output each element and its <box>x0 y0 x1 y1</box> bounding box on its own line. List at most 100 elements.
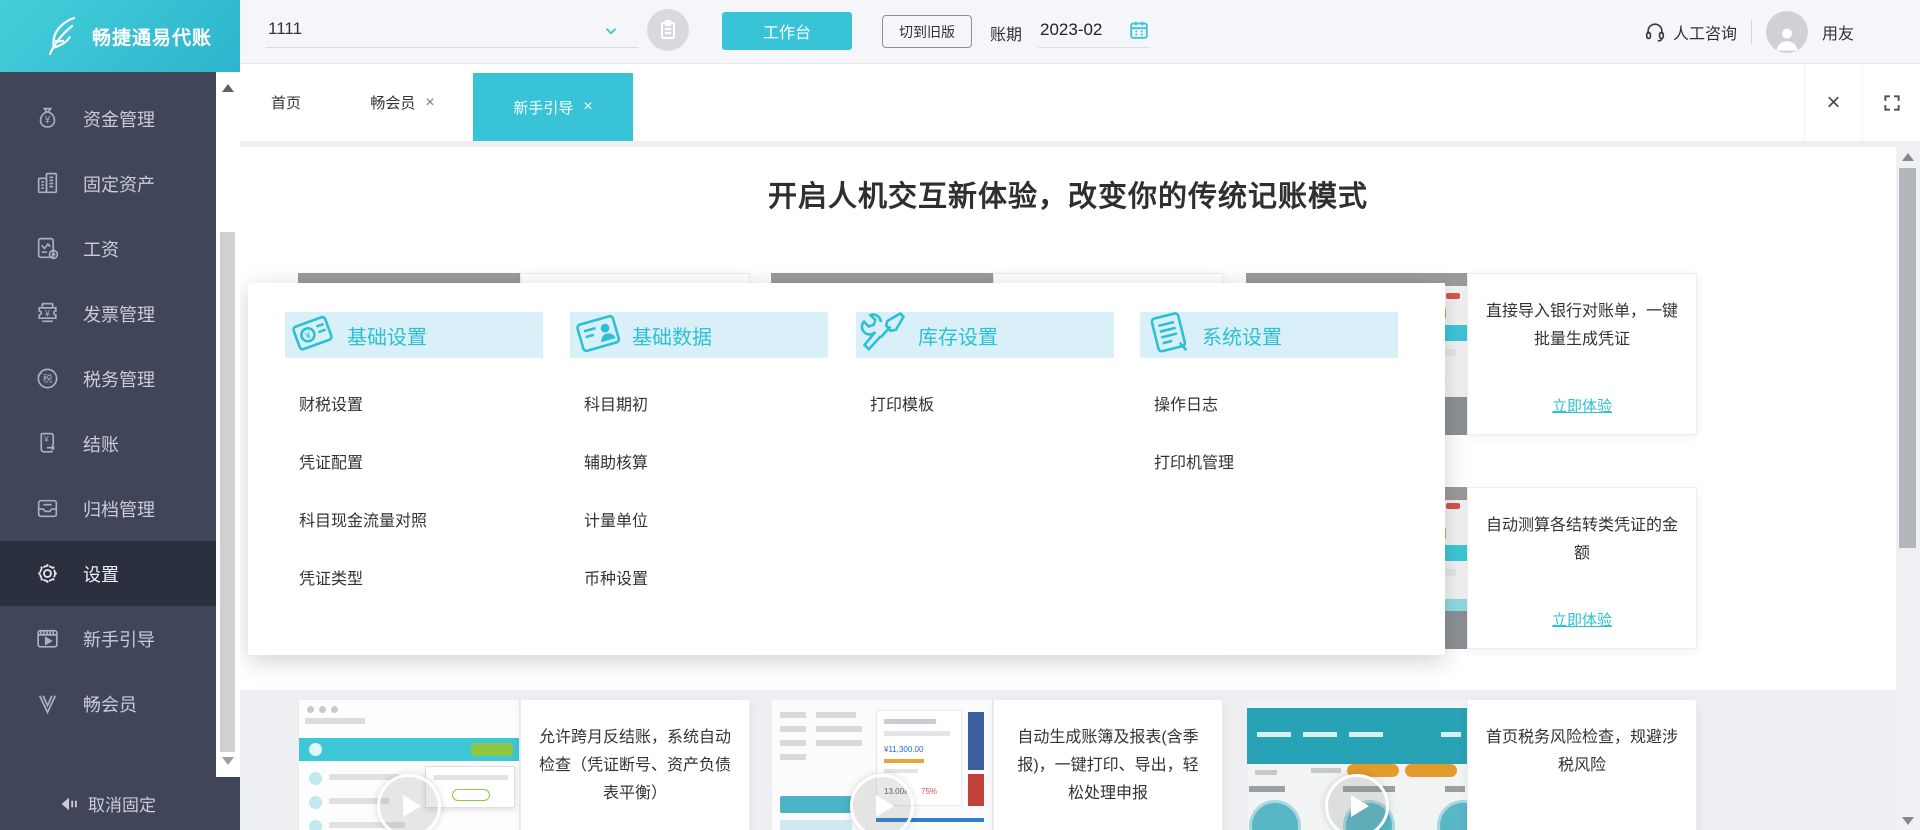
settings-menu-title: 库存设置 <box>918 327 998 349</box>
sidebar-scrollbar[interactable] <box>216 72 240 777</box>
sidebar-item-salary[interactable]: 工资 <box>0 216 216 281</box>
menu-item-currency-settings[interactable]: 币种设置 <box>584 565 814 589</box>
feather-logo-icon <box>44 15 82 57</box>
svg-text:税: 税 <box>43 372 53 385</box>
sidebar-item-label: 结账 <box>83 434 119 455</box>
menu-item-auxiliary-accounting[interactable]: 辅助核算 <box>584 449 814 473</box>
logo-text: 畅捷通易代账 <box>92 27 213 49</box>
main-scrollbar-thumb[interactable] <box>1899 168 1916 548</box>
settings-menu-column-basic-data: 基础数据 科目期初 辅助核算 计量单位 币种设置 <box>570 283 828 655</box>
sidebar-item-label: 新手引导 <box>83 629 155 650</box>
try-now-link[interactable]: 立即体验 <box>1552 395 1612 416</box>
sidebar-item-label: 固定资产 <box>83 174 155 195</box>
archive-icon <box>34 495 61 522</box>
membership-v-icon <box>34 690 61 717</box>
period-value: 2023-02 <box>1040 20 1103 39</box>
sidebar-item-guide[interactable]: 新手引导 <box>0 606 216 671</box>
menu-item-print-templates[interactable]: 打印模板 <box>870 391 1100 415</box>
sidebar-item-label: 畅会员 <box>83 694 137 715</box>
notepad-icon <box>1150 312 1188 353</box>
sidebar-scrollbar-thumb[interactable] <box>220 232 235 752</box>
video-thumbnail-closing-check[interactable] <box>298 699 520 830</box>
switch-old-version-button[interactable]: 切到旧版 <box>882 15 972 48</box>
menu-item-operation-log[interactable]: 操作日志 <box>1154 391 1384 415</box>
settings-menu-column-system: 系统设置 操作日志 打印机管理 <box>1140 283 1398 655</box>
live-support-button[interactable]: 人工咨询 <box>1644 20 1737 44</box>
sidebar-item-label: 设置 <box>83 564 119 585</box>
unpin-sidebar-button[interactable]: 取消固定 <box>0 777 240 830</box>
main-content: 开启人机交互新体验，改变你的传统记账模式 直接导入银行对账单，一键批量生成凭证 … <box>240 141 1920 830</box>
sidebar-item-funds[interactable]: ¥ 资金管理 <box>0 86 216 151</box>
menu-item-printer-management[interactable]: 打印机管理 <box>1154 449 1384 473</box>
svg-text:¥: ¥ <box>44 308 50 318</box>
settings-menu-column-basic-settings: ¥ 基础设置 财税设置 凭证配置 科目现金流量对照 凭证类型 <box>285 283 543 655</box>
play-button[interactable] <box>1325 774 1389 830</box>
video-card-text: 自动生成账簿及报表(含季报)，一键打印、导出，轻松处理申报 <box>1017 729 1199 802</box>
clipboard-icon[interactable] <box>647 9 689 51</box>
menu-item-opening-balances[interactable]: 科目期初 <box>584 391 814 415</box>
workbench-button[interactable]: 工作台 <box>722 12 852 50</box>
unpin-label: 取消固定 <box>88 796 156 815</box>
building-icon <box>34 170 61 197</box>
svg-text:¥: ¥ <box>44 115 51 126</box>
sidebar-item-archive[interactable]: 归档管理 <box>0 476 216 541</box>
badge-yen-icon: ¥ <box>292 315 333 351</box>
settings-menu-header: 库存设置 <box>856 311 1114 358</box>
menu-item-voucher-types[interactable]: 凭证类型 <box>299 565 529 589</box>
top-header: 1111 工作台 切到旧版 账期 2023-02 人工咨询 用友 <box>0 0 1920 64</box>
try-now-link[interactable]: 立即体验 <box>1552 609 1612 630</box>
video-guide-icon <box>34 625 61 652</box>
settings-menu-header: 基础数据 <box>570 312 828 358</box>
scroll-down-arrow[interactable] <box>222 757 234 765</box>
scroll-up-arrow[interactable] <box>222 84 234 92</box>
play-button[interactable] <box>377 774 441 830</box>
period-label: 账期 <box>990 27 1023 44</box>
sidebar-item-invoices[interactable]: ¥ 发票管理 <box>0 281 216 346</box>
tab-close-icon[interactable]: × <box>425 94 434 112</box>
salary-icon <box>34 235 61 262</box>
svg-text:¥: ¥ <box>43 434 49 444</box>
close-tab-icon[interactable]: × <box>1804 64 1862 141</box>
sidebar-item-closing[interactable]: ¥ 结账 <box>0 411 216 476</box>
menu-item-cashflow-mapping[interactable]: 科目现金流量对照 <box>299 507 529 531</box>
headset-icon <box>1644 21 1666 43</box>
sidebar-item-label: 归档管理 <box>83 499 155 520</box>
tab-member[interactable]: 畅会员 × <box>332 64 473 141</box>
tab-label: 畅会员 <box>370 95 416 112</box>
tab-guide[interactable]: 新手引导 × <box>473 73 633 141</box>
invoice-icon: ¥ <box>34 300 61 327</box>
tab-label: 新手引导 <box>513 99 574 117</box>
video-thumbnail-reports[interactable]: ¥11,300.00 13.00x 75% <box>771 699 993 830</box>
username[interactable]: 用友 <box>1822 20 1854 44</box>
video-thumbnail-tax-risk[interactable] <box>1246 699 1468 830</box>
sidebar-item-settings[interactable]: 设置 <box>0 541 216 606</box>
sidebar-nav: ¥ 资金管理 固定资产 工资 ¥ 发票管理 税 税务管理 ¥ 结账 归档管理 设… <box>0 72 216 777</box>
id-card-icon <box>576 314 621 353</box>
feature-card-text: 直接导入银行对账单，一键批量生成凭证 <box>1485 303 1678 348</box>
avatar[interactable] <box>1765 11 1808 53</box>
menu-item-voucher-config[interactable]: 凭证配置 <box>299 449 529 473</box>
main-scrollbar[interactable] <box>1896 147 1920 830</box>
tab-close-icon[interactable]: × <box>583 98 592 116</box>
header-divider <box>1750 20 1752 44</box>
feature-card-bank-import: 直接导入银行对账单，一键批量生成凭证 立即体验 <box>1467 273 1697 435</box>
company-select[interactable]: 1111 <box>266 12 638 48</box>
settings-menu-title: 基础数据 <box>632 327 712 349</box>
video-card-reports: 自动生成账簿及报表(含季报)，一键打印、导出，轻松处理申报 <box>993 699 1223 830</box>
menu-item-measure-units[interactable]: 计量单位 <box>584 507 814 531</box>
page-title: 开启人机交互新体验，改变你的传统记账模式 <box>767 181 1368 213</box>
tab-home[interactable]: 首页 <box>240 64 332 141</box>
sidebar-item-membership[interactable]: 畅会员 <box>0 671 216 736</box>
sidebar-item-label: 资金管理 <box>83 109 155 130</box>
menu-item-fiscal-settings[interactable]: 财税设置 <box>299 391 529 415</box>
fullscreen-icon[interactable] <box>1862 64 1920 141</box>
period-picker[interactable]: 2023-02 <box>1038 12 1150 48</box>
settings-mega-menu: ¥ 基础设置 财税设置 凭证配置 科目现金流量对照 凭证类型 基础数据 科目期初… <box>248 283 1445 655</box>
scroll-up-arrow[interactable] <box>1902 153 1914 161</box>
play-button[interactable] <box>850 774 914 830</box>
sidebar-item-tax[interactable]: 税 税务管理 <box>0 346 216 411</box>
scroll-down-arrow[interactable] <box>1902 817 1914 825</box>
sidebar-item-fixed-assets[interactable]: 固定资产 <box>0 151 216 216</box>
unpin-icon <box>58 793 80 815</box>
settings-menu-header: 系统设置 <box>1140 312 1398 358</box>
